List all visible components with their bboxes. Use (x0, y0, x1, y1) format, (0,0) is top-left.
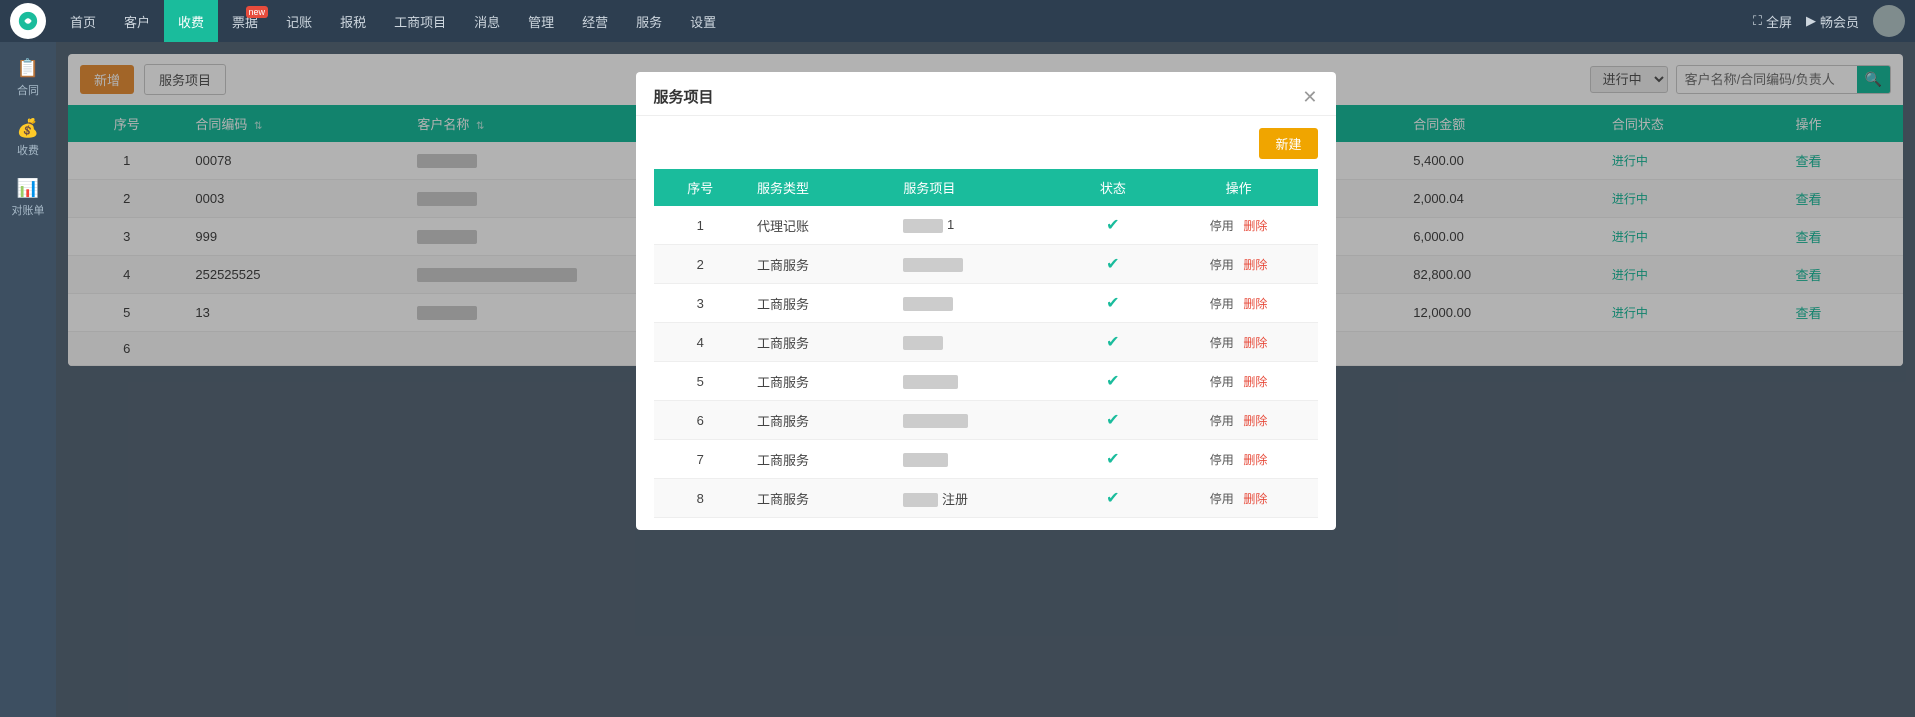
modal-table-row: 6 工商服务 ✔ 停用 删除 (654, 401, 1318, 440)
nav-collection[interactable]: 收费 (164, 0, 218, 42)
modal-table-row: 4 工商服务 ✔ 停用 删除 (654, 323, 1318, 362)
contract-icon: 📋 (17, 58, 39, 79)
delete-button[interactable]: 删除 (1243, 414, 1267, 428)
main-layout: 📋 合同 💰 收费 📊 对账单 新增 服务项目 进行中已完成已终止 🔍 (0, 42, 1915, 717)
blurred-item (903, 375, 958, 389)
delete-button[interactable]: 删除 (1243, 492, 1267, 506)
nav-home[interactable]: 首页 (56, 0, 110, 42)
delete-button[interactable]: 删除 (1243, 453, 1267, 467)
status-check-icon: ✔ (1106, 490, 1119, 507)
modal-col-status: 状态 (1066, 169, 1160, 206)
nav-account[interactable]: 记账 (272, 0, 326, 42)
modal-table-header: 序号 服务类型 服务项目 状态 操作 (654, 169, 1318, 206)
nav-items: 首页 客户 收费 票据 new 记账 报税 工商项目 消息 管理 经营 服务 设… (56, 0, 730, 42)
stop-button[interactable]: 停用 (1210, 219, 1234, 233)
modal-table-row: 1 代理记账 1 ✔ 停用 删除 (654, 206, 1318, 245)
delete-button[interactable]: 删除 (1243, 297, 1267, 311)
nav-finance[interactable]: 经营 (568, 0, 622, 42)
sidebar-item-reconcile[interactable]: 📊 对账单 (2, 170, 54, 226)
app-logo[interactable] (10, 3, 46, 39)
status-check-icon: ✔ (1106, 373, 1119, 390)
delete-button[interactable]: 删除 (1243, 258, 1267, 272)
nav-settings[interactable]: 设置 (676, 0, 730, 42)
new-badge: new (246, 6, 269, 18)
nav-customer[interactable]: 客户 (110, 0, 164, 42)
blurred-item (903, 219, 943, 233)
stop-button[interactable]: 停用 (1210, 492, 1234, 506)
status-check-icon: ✔ (1106, 451, 1119, 468)
stop-button[interactable]: 停用 (1210, 297, 1234, 311)
service-items-table: 序号 服务类型 服务项目 状态 操作 1 代理记账 (654, 169, 1318, 518)
stop-button[interactable]: 停用 (1210, 414, 1234, 428)
sidebar-item-contract[interactable]: 📋 合同 (2, 50, 54, 106)
stop-button[interactable]: 停用 (1210, 375, 1234, 389)
sidebar: 📋 合同 💰 收费 📊 对账单 (0, 42, 56, 717)
blurred-item (903, 414, 968, 428)
modal-col-action: 操作 (1160, 169, 1318, 206)
fullscreen-button[interactable]: ⛶ 全屏 (1753, 12, 1792, 31)
modal-table-row: 7 工商服务 ✔ 停用 删除 (654, 440, 1318, 479)
modal-title: 服务项目 (654, 86, 714, 107)
status-check-icon: ✔ (1106, 256, 1119, 273)
modal-toolbar: 新建 (654, 128, 1318, 159)
content-area: 新增 服务项目 进行中已完成已终止 🔍 序号 合同编码 ⇅ 客户名称 ⇅ (56, 42, 1915, 717)
blurred-item (903, 493, 938, 507)
modal-body: 新建 序号 服务类型 服务项目 状态 操作 (636, 116, 1336, 530)
service-modal: 服务项目 ✕ 新建 序号 服务类型 服务项目 状态 (636, 72, 1336, 530)
stop-button[interactable]: 停用 (1210, 453, 1234, 467)
avatar[interactable] (1873, 5, 1905, 37)
modal-table-row: 3 工商服务 ✔ 停用 删除 (654, 284, 1318, 323)
nav-bizproject[interactable]: 工商项目 (380, 0, 460, 42)
modal-table-body: 1 代理记账 1 ✔ 停用 删除 2 (654, 206, 1318, 518)
modal-header: 服务项目 ✕ (636, 72, 1336, 116)
modal-table-row: 2 工商服务 ✔ 停用 删除 (654, 245, 1318, 284)
reconcile-icon: 📊 (17, 178, 39, 199)
nav-invoice[interactable]: 票据 new (218, 0, 272, 42)
modal-overlay: 服务项目 ✕ 新建 序号 服务类型 服务项目 状态 (56, 42, 1915, 717)
member-button[interactable]: ▶ 畅会员 (1806, 12, 1859, 31)
modal-new-button[interactable]: 新建 (1259, 128, 1317, 159)
nav-service[interactable]: 服务 (622, 0, 676, 42)
collection-icon: 💰 (17, 118, 39, 139)
sidebar-item-collection[interactable]: 💰 收费 (2, 110, 54, 166)
nav-tax[interactable]: 报税 (326, 0, 380, 42)
stop-button[interactable]: 停用 (1210, 258, 1234, 272)
modal-col-no: 序号 (654, 169, 748, 206)
blurred-item (903, 258, 963, 272)
modal-col-type: 服务类型 (747, 169, 893, 206)
delete-button[interactable]: 删除 (1243, 219, 1267, 233)
modal-close-button[interactable]: ✕ (1302, 88, 1317, 106)
status-check-icon: ✔ (1106, 217, 1119, 234)
blurred-item (903, 297, 953, 311)
modal-table-row: 8 工商服务 注册 ✔ 停用 删除 (654, 479, 1318, 518)
fullscreen-icon: ⛶ (1753, 13, 1762, 29)
top-nav-right: ⛶ 全屏 ▶ 畅会员 (1753, 5, 1905, 37)
modal-table-row: 5 工商服务 ✔ 停用 删除 (654, 362, 1318, 401)
status-check-icon: ✔ (1106, 412, 1119, 429)
nav-message[interactable]: 消息 (460, 0, 514, 42)
status-check-icon: ✔ (1106, 334, 1119, 351)
blurred-item (903, 453, 948, 467)
stop-button[interactable]: 停用 (1210, 336, 1234, 350)
status-check-icon: ✔ (1106, 295, 1119, 312)
nav-manage[interactable]: 管理 (514, 0, 568, 42)
delete-button[interactable]: 删除 (1243, 336, 1267, 350)
member-icon: ▶ (1806, 13, 1816, 29)
delete-button[interactable]: 删除 (1243, 375, 1267, 389)
top-nav: 首页 客户 收费 票据 new 记账 报税 工商项目 消息 管理 经营 服务 设… (0, 0, 1915, 42)
blurred-item (903, 336, 943, 350)
modal-col-item: 服务项目 (893, 169, 1066, 206)
